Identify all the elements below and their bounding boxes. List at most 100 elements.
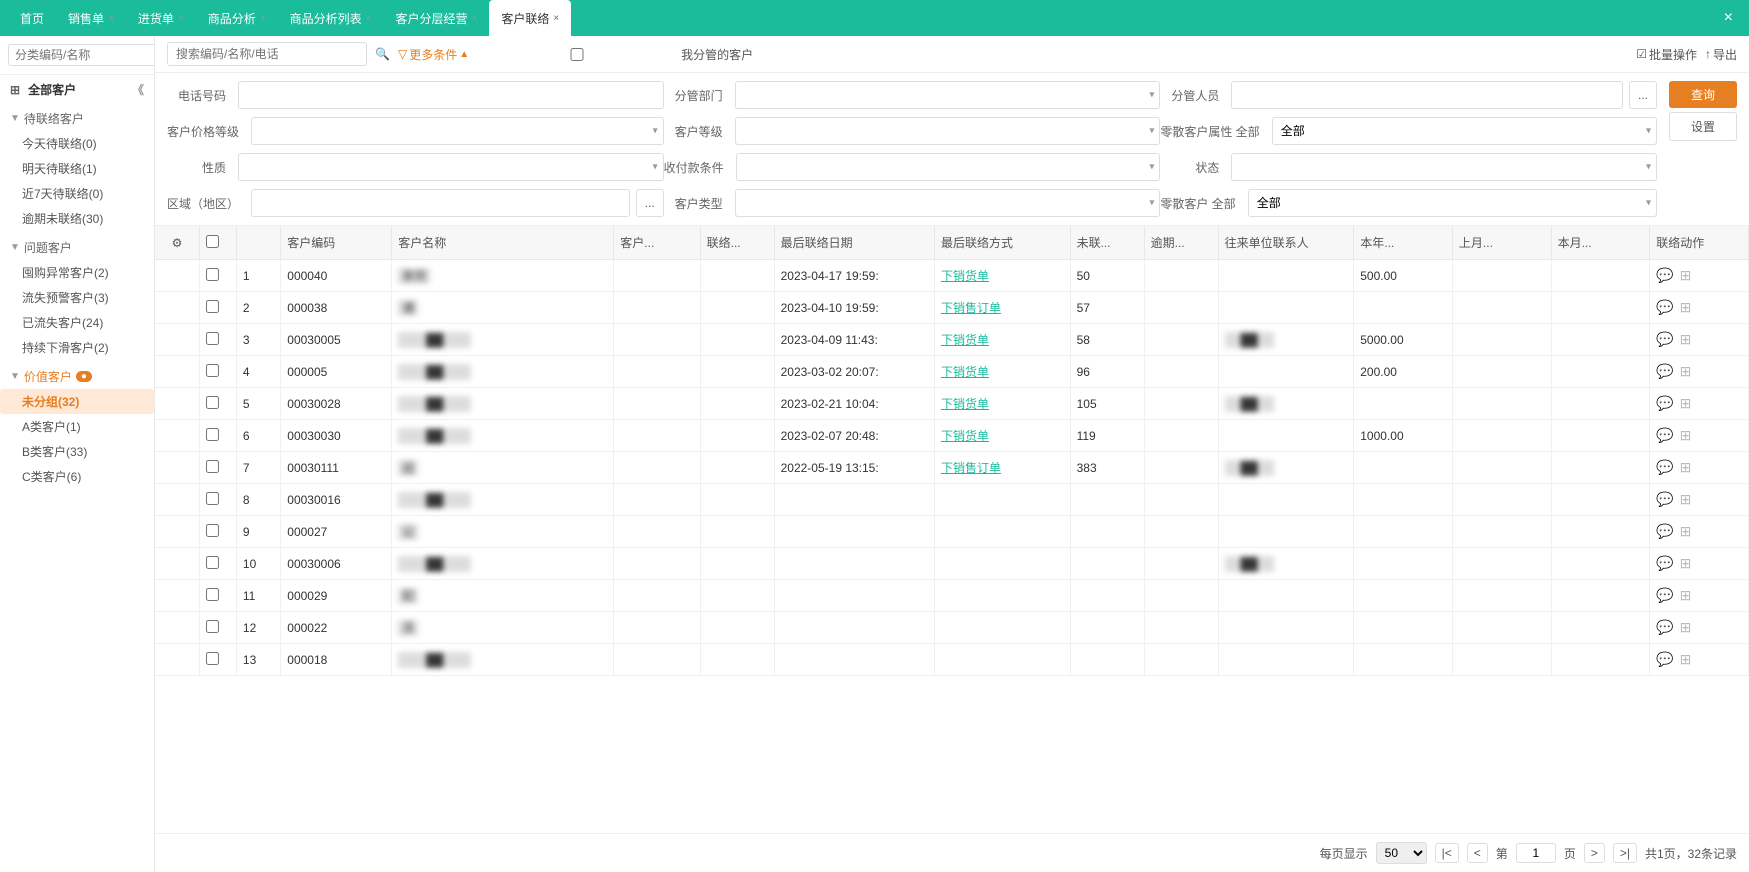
row-chat-icon[interactable]: 💬 [1656,651,1673,668]
sidebar-item-class-a[interactable]: A类客户(1) [0,414,154,439]
tab-sales-close[interactable]: × [108,13,114,24]
row-grid-icon[interactable]: ⊞ [1680,587,1692,604]
row-chat-icon[interactable]: 💬 [1656,427,1673,444]
row-grid-icon[interactable]: ⊞ [1680,267,1692,284]
sidebar-item-ungroup[interactable]: 未分组(32) [0,389,154,414]
tab-customer-segment-close[interactable]: × [471,13,477,24]
row-checkbox[interactable] [206,460,219,473]
query-button[interactable]: 查询 [1669,81,1737,108]
row-chat-icon[interactable]: 💬 [1656,619,1673,636]
my-customers-checkbox[interactable] [477,48,677,61]
row-grid-icon[interactable]: ⊞ [1680,491,1692,508]
row-grid-icon[interactable]: ⊞ [1680,427,1692,444]
filter-manager-more-btn[interactable]: ... [1629,81,1657,109]
sidebar-item-class-c[interactable]: C类客户(6) [0,464,154,489]
row-last-contact-way-link[interactable]: 下销货单 [941,429,989,443]
col-this-year[interactable]: 本年... [1354,226,1453,260]
row-checkbox[interactable] [206,396,219,409]
col-name[interactable]: 客户名称 [392,226,614,260]
sidebar-group-pending-title[interactable]: ▼ 待联络客户 [0,106,154,131]
col-last-month[interactable]: 上月... [1452,226,1551,260]
row-checkbox[interactable] [206,652,219,665]
col-code[interactable]: 客户编码 [281,226,392,260]
row-checkbox[interactable] [206,332,219,345]
filter-customer-level-select[interactable] [735,117,1161,145]
col-contact[interactable]: 联络... [700,226,774,260]
col-settings[interactable]: ⚙ [155,226,199,260]
per-page-select[interactable]: 50 100 200 [1376,842,1427,864]
sidebar-item-overdue-pending[interactable]: 逾期未联络(30) [0,206,154,231]
prev-page-btn[interactable]: < [1467,843,1488,863]
tab-product-analysis-close[interactable]: × [260,13,266,24]
filter-region-more-btn[interactable]: ... [636,189,664,217]
next-page-btn[interactable]: > [1584,843,1605,863]
sidebar-group-value-title[interactable]: ▼ 价值客户 ● [0,364,154,389]
row-chat-icon[interactable]: 💬 [1656,459,1673,476]
col-this-month[interactable]: 本月... [1551,226,1650,260]
filter-dept-select[interactable] [735,81,1161,109]
sidebar-item-churned[interactable]: 已流失客户(24) [0,310,154,335]
row-checkbox[interactable] [206,492,219,505]
row-grid-icon[interactable]: ⊞ [1680,555,1692,572]
row-grid-icon[interactable]: ⊞ [1680,299,1692,316]
row-last-contact-way-link[interactable]: 下销货单 [941,269,989,283]
row-last-contact-way-link[interactable]: 下销售订单 [941,461,1001,475]
collapse-icon[interactable]: 《 [132,81,144,98]
sidebar-item-tomorrow-pending[interactable]: 明天待联络(1) [0,156,154,181]
filter-customer-type-select[interactable] [735,189,1161,217]
filter-manager-input[interactable] [1231,81,1623,109]
filter-phone-input[interactable] [238,81,664,109]
col-type[interactable]: 客户... [614,226,700,260]
col-no-contact[interactable]: 未联... [1070,226,1144,260]
row-chat-icon[interactable]: 💬 [1656,395,1673,412]
row-chat-icon[interactable]: 💬 [1656,555,1673,572]
row-chat-icon[interactable]: 💬 [1656,587,1673,604]
filter-region-input[interactable] [251,189,630,217]
tab-product-analysis-list[interactable]: 商品分析列表 × [278,0,384,36]
row-last-contact-way-link[interactable]: 下销货单 [941,365,989,379]
tab-home[interactable]: 首页 [8,0,56,36]
tab-product-analysis-list-close[interactable]: × [366,13,372,24]
row-checkbox[interactable] [206,300,219,313]
row-grid-icon[interactable]: ⊞ [1680,459,1692,476]
col-last-contact-way[interactable]: 最后联络方式 [934,226,1070,260]
row-chat-icon[interactable]: 💬 [1656,267,1673,284]
sidebar-item-hoarding[interactable]: 囤购异常客户(2) [0,260,154,285]
sidebar-item-week-pending[interactable]: 近7天待联络(0) [0,181,154,206]
tab-customer-contact[interactable]: 客户联络 × [489,0,571,36]
row-checkbox[interactable] [206,364,219,377]
window-close-button[interactable]: × [1716,9,1741,27]
tab-product-analysis[interactable]: 商品分析 × [196,0,278,36]
row-checkbox[interactable] [206,428,219,441]
sidebar-item-declining[interactable]: 持续下滑客户(2) [0,335,154,360]
row-grid-icon[interactable]: ⊞ [1680,619,1692,636]
row-checkbox[interactable] [206,620,219,633]
filter-payment-select[interactable] [736,153,1161,181]
current-page-input[interactable] [1516,843,1556,863]
row-checkbox[interactable] [206,524,219,537]
row-last-contact-way-link[interactable]: 下销货单 [941,333,989,347]
filter-price-level-select[interactable] [251,117,664,145]
reset-button[interactable]: 设置 [1669,112,1737,141]
row-grid-icon[interactable]: ⊞ [1680,523,1692,540]
row-checkbox[interactable] [206,588,219,601]
batch-operation-button[interactable]: ☑ 批量操作 [1636,46,1697,63]
my-customers-checkbox-label[interactable]: 我分管的客户 [477,46,753,63]
col-last-contact-date[interactable]: 最后联络日期 [774,226,934,260]
row-grid-icon[interactable]: ⊞ [1680,395,1692,412]
search-input[interactable] [167,42,367,66]
last-page-btn[interactable]: >| [1613,843,1637,863]
more-filters-button[interactable]: ▽ 更多条件 ▲ [398,46,469,63]
tab-customer-contact-close[interactable]: × [553,13,559,24]
row-grid-icon[interactable]: ⊞ [1680,651,1692,668]
export-button[interactable]: ↑ 导出 [1705,46,1737,63]
col-select-all[interactable] [199,226,236,260]
col-unit-contact[interactable]: 往来单位联系人 [1218,226,1354,260]
row-chat-icon[interactable]: 💬 [1656,299,1673,316]
tab-purchase[interactable]: 进货单 × [126,0,196,36]
sidebar-item-today-pending[interactable]: 今天待联络(0) [0,131,154,156]
filter-status-select[interactable] [1231,153,1657,181]
tab-customer-segment[interactable]: 客户分层经营 × [383,0,489,36]
col-overdue[interactable]: 逾期... [1144,226,1218,260]
category-search-input[interactable] [8,44,155,66]
